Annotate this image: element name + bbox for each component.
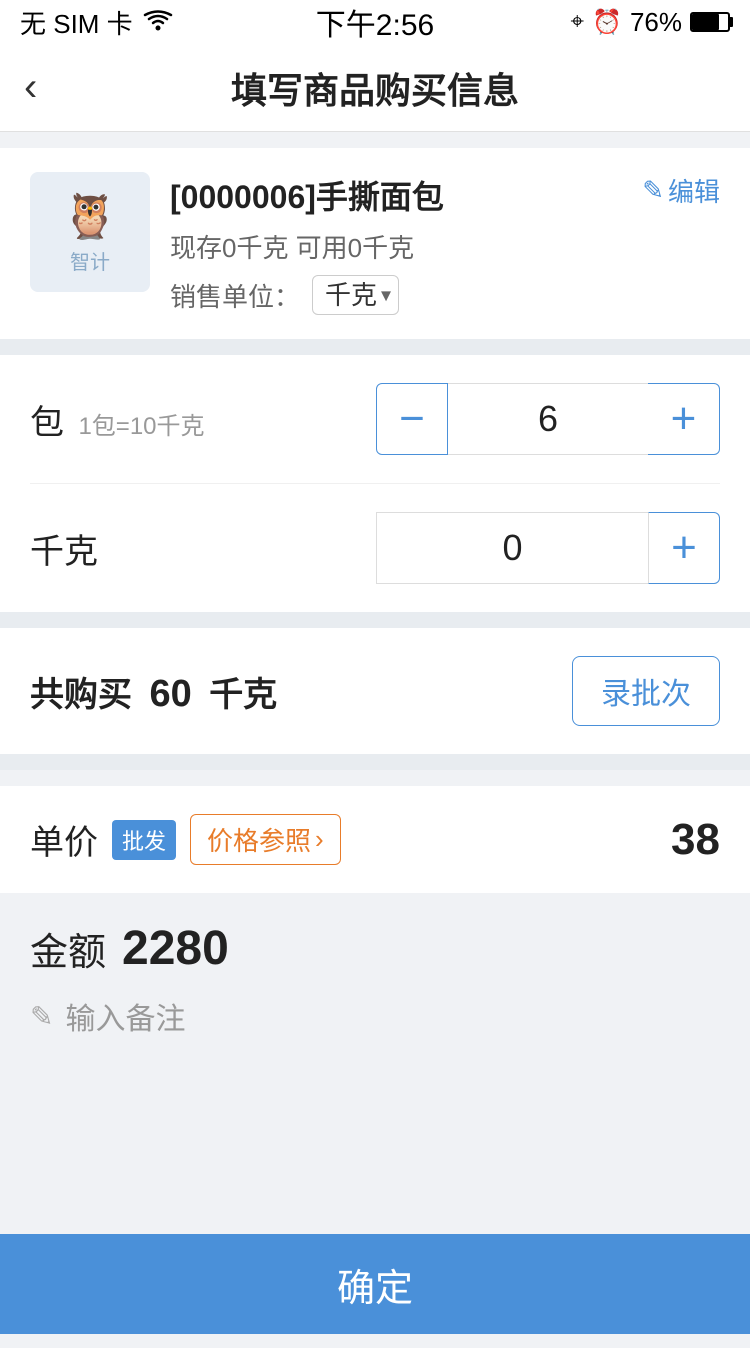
- section-separator-2: [0, 612, 750, 628]
- kg-increment-button[interactable]: +: [648, 512, 720, 584]
- total-text: 共购买 60 千克: [30, 667, 277, 716]
- edit-label: 编辑: [668, 172, 720, 209]
- product-info: [0000006]手撕面包 ✎ 编辑 现存0千克 可用0千克 销售单位： 千克 …: [170, 172, 720, 315]
- amount-label: 金额: [30, 921, 106, 976]
- battery-icon: [690, 12, 730, 32]
- total-unit: 千克: [209, 676, 277, 714]
- kg-qty-control: +: [376, 512, 720, 584]
- product-logo-text: 智计: [70, 246, 110, 275]
- product-full-name: [0000006]手撕面包: [170, 172, 444, 218]
- total-amount: 60: [149, 673, 191, 715]
- product-unit-row: 销售单位： 千克 包: [170, 275, 720, 315]
- price-type-tag: 批发: [112, 820, 176, 860]
- kg-label: 千克: [30, 533, 98, 571]
- total-section: 共购买 60 千克 录批次: [0, 628, 750, 754]
- status-time: 下午2:56: [316, 0, 434, 44]
- price-reference-button[interactable]: 价格参照 ›: [190, 814, 341, 865]
- bag-label: 包: [30, 404, 64, 442]
- bag-increment-button[interactable]: +: [648, 383, 720, 455]
- nav-bar: ‹ 填写商品购买信息: [0, 44, 750, 132]
- unit-select-wrapper[interactable]: 千克 包: [312, 275, 399, 315]
- price-ref-label: 价格参照: [207, 821, 311, 858]
- unit-label: 销售单位：: [170, 277, 300, 314]
- alarm-icon: ⏰: [592, 8, 622, 37]
- confirm-bar[interactable]: 确定: [0, 1234, 750, 1334]
- product-stock: 现存0千克 可用0千克: [170, 228, 720, 265]
- note-placeholder: 输入备注: [65, 994, 185, 1038]
- amount-row: 金额 2280: [30, 921, 720, 976]
- product-card: 🦉 智计 [0000006]手撕面包 ✎ 编辑 现存0千克 可用0千克 销售单位…: [0, 148, 750, 339]
- status-carrier: 无 SIM 卡: [20, 4, 173, 41]
- location-icon: ⌖: [571, 8, 585, 36]
- total-prefix: 共购买: [30, 676, 132, 714]
- price-section: 单价 批发 价格参照 › 38: [0, 786, 750, 893]
- status-bar: 无 SIM 卡 下午2:56 ⌖ ⏰ 76%: [0, 0, 750, 44]
- bag-label-group: 包 1包=10千克: [30, 395, 205, 444]
- bag-sub-label: 1包=10千克: [78, 413, 204, 440]
- bag-qty-control: − +: [376, 383, 720, 455]
- edit-icon: ✎: [642, 175, 664, 206]
- bag-qty-input[interactable]: [448, 383, 648, 455]
- kg-label-group: 千克: [30, 524, 98, 573]
- batch-button[interactable]: 录批次: [572, 656, 720, 726]
- product-logo-icon: 🦉: [63, 190, 118, 242]
- note-row[interactable]: ✎ 输入备注: [30, 994, 720, 1038]
- bag-quantity-row: 包 1包=10千克 − +: [30, 355, 720, 484]
- section-separator-1: [0, 339, 750, 355]
- quantity-input-section: 包 1包=10千克 − + 千克 +: [0, 355, 750, 612]
- price-value: 38: [671, 815, 720, 865]
- kg-qty-input[interactable]: [376, 512, 648, 584]
- page-title: 填写商品购买信息: [231, 62, 519, 114]
- price-ref-icon: ›: [315, 824, 324, 855]
- wifi-icon: [143, 7, 173, 38]
- section-separator-3: [0, 754, 750, 770]
- status-right: ⌖ ⏰ 76%: [571, 7, 730, 38]
- confirm-button-label: 确定: [337, 1257, 413, 1312]
- note-icon: ✎: [30, 1000, 53, 1033]
- product-thumbnail: 🦉 智计: [30, 172, 150, 292]
- back-button[interactable]: ‹: [24, 65, 37, 110]
- price-label-row: 单价 批发 价格参照 ›: [30, 814, 341, 865]
- price-label: 单价: [30, 815, 98, 864]
- product-name-row: [0000006]手撕面包 ✎ 编辑: [170, 172, 720, 218]
- amount-value: 2280: [122, 921, 229, 976]
- edit-button[interactable]: ✎ 编辑: [642, 172, 720, 209]
- carrier-text: 无 SIM 卡: [20, 4, 133, 41]
- kg-quantity-row: 千克 +: [30, 484, 720, 612]
- amount-section: 金额 2280 ✎ 输入备注: [0, 893, 750, 1048]
- battery-percentage: 76%: [630, 7, 682, 38]
- bag-decrement-button[interactable]: −: [376, 383, 448, 455]
- unit-select[interactable]: 千克 包: [312, 275, 399, 315]
